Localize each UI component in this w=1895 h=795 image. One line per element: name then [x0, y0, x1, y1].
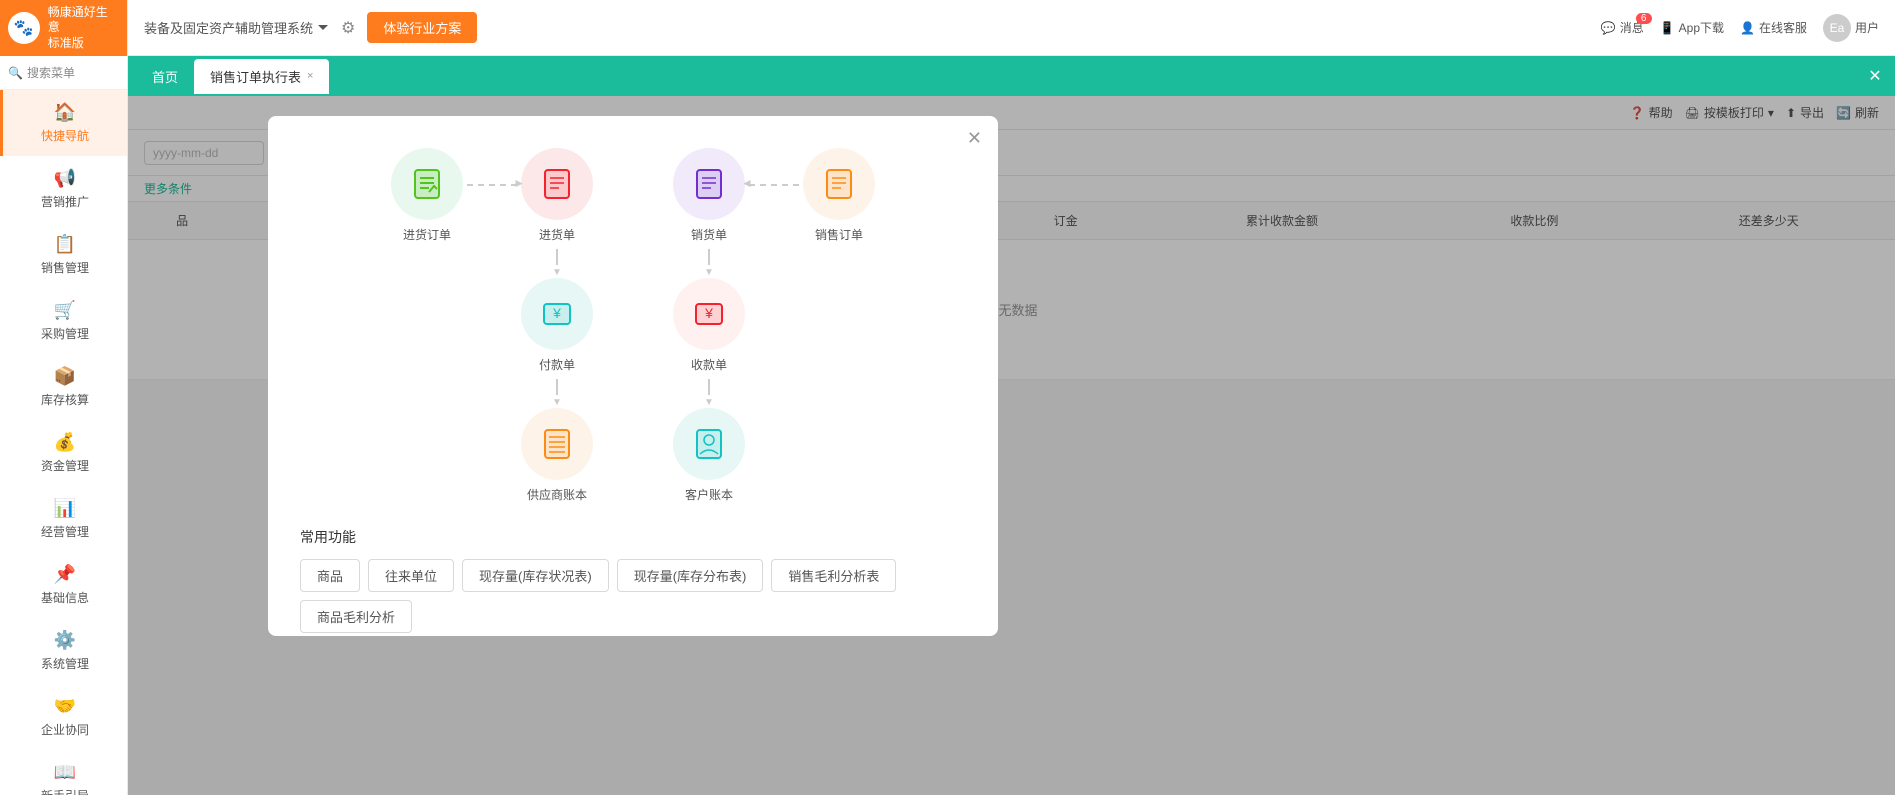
func-btn-sales-profit[interactable]: 销售毛利分析表: [771, 559, 896, 592]
system-name-dropdown[interactable]: 装备及固定资产辅助管理系统: [144, 18, 329, 37]
customer-ledger-label: 客户账本: [685, 486, 733, 503]
user-menu[interactable]: Ea 用户: [1823, 14, 1879, 42]
sidebar-item-marketing[interactable]: 📢 营销推广: [0, 156, 127, 222]
download-icon: 📱: [1660, 21, 1675, 35]
page-content: ❓ 帮助 🖨 按模板打印 ▾ ⬆ 导出 🔄 刷新: [128, 96, 1895, 795]
system-icon: ⚙️: [54, 630, 76, 651]
tab-close-icon[interactable]: ×: [307, 70, 313, 82]
func-btn-goods[interactable]: 商品: [300, 559, 360, 592]
payment-bill-node[interactable]: ¥: [521, 278, 593, 350]
sidebar-item-system[interactable]: ⚙️ 系统管理: [0, 618, 127, 684]
marketing-icon: 📢: [54, 168, 76, 189]
logo-icon: 🐾: [8, 12, 40, 44]
customer-ledger-node[interactable]: [673, 408, 745, 480]
modal-close-btn[interactable]: ✕: [967, 128, 982, 149]
receipt-bill-node[interactable]: ¥: [673, 278, 745, 350]
sidebar-item-quick-nav[interactable]: 🏠 快捷导航: [0, 90, 127, 156]
tab-home[interactable]: 首页: [136, 59, 194, 94]
modal-overlay[interactable]: ✕ 进货订单 ►: [128, 96, 1895, 795]
basic-info-icon: 📌: [54, 564, 76, 585]
sidebar-logo: 🐾 畅康通好生意 标准版: [0, 0, 127, 56]
settings-icon[interactable]: ⚙: [341, 18, 355, 38]
main-content: 装备及固定资产辅助管理系统 ⚙ 体验行业方案 💬 消息 6 📱 App下载 👤 …: [128, 0, 1895, 795]
tab-sales-order-exec[interactable]: 销售订单执行表 ×: [194, 59, 329, 94]
message-btn[interactable]: 💬 消息 6: [1601, 19, 1644, 36]
sales-bill-label: 销货单: [691, 226, 727, 243]
purchase-bill-node[interactable]: [521, 148, 593, 220]
purchase-icon: 🛒: [54, 300, 76, 321]
common-functions-title: 常用功能: [300, 527, 966, 547]
sales-order-label: 销售订单: [815, 226, 863, 243]
search-menu[interactable]: 🔍 搜索菜单: [0, 56, 127, 90]
inventory-icon: 📦: [54, 366, 76, 387]
tabbar: 首页 销售订单执行表 × ✕: [128, 56, 1895, 96]
search-icon: 🔍: [8, 66, 23, 80]
func-buttons-row1: 商品 往来单位 现存量(库存状况表) 现存量(库存分布表) 销售毛利分析表 商品…: [300, 559, 966, 633]
quick-nav-modal: ✕ 进货订单 ►: [268, 116, 998, 636]
purchase-order-label: 进货订单: [403, 226, 451, 243]
sales-icon: 📋: [54, 234, 76, 255]
sidebar-item-inventory[interactable]: 📦 库存核算: [0, 354, 127, 420]
logo-text: 畅康通好生意 标准版: [48, 5, 119, 52]
app-download-btn[interactable]: 📱 App下载: [1660, 19, 1724, 36]
topbar: 装备及固定资产辅助管理系统 ⚙ 体验行业方案 💬 消息 6 📱 App下载 👤 …: [128, 0, 1895, 56]
finance-icon: 💰: [54, 432, 76, 453]
sidebar: 🐾 畅康通好生意 标准版 🔍 搜索菜单 🏠 快捷导航 📢 营销推广 📋 销售管理: [0, 0, 128, 795]
sidebar-nav: 🏠 快捷导航 📢 营销推广 📋 销售管理 🛒 采购管理 📦 库存核算 💰: [0, 90, 127, 795]
avatar: Ea: [1823, 14, 1851, 42]
supplier-ledger-label: 供应商账本: [527, 486, 587, 503]
sidebar-item-finance[interactable]: 💰 资金管理: [0, 420, 127, 486]
func-btn-counterparty[interactable]: 往来单位: [368, 559, 454, 592]
dropdown-icon: [317, 22, 329, 34]
purchase-bill-label: 进货单: [539, 226, 575, 243]
supplier-ledger-node[interactable]: [521, 408, 593, 480]
svg-text:¥: ¥: [704, 305, 713, 321]
message-icon: 💬: [1601, 21, 1616, 35]
home-icon: 🏠: [54, 102, 76, 123]
func-btn-stock-dist[interactable]: 现存量(库存分布表): [617, 559, 764, 592]
func-btn-stock-status[interactable]: 现存量(库存状况表): [462, 559, 609, 592]
online-service-btn[interactable]: 👤 在线客服: [1740, 19, 1807, 36]
purchase-order-node[interactable]: [391, 148, 463, 220]
sales-bill-node[interactable]: [673, 148, 745, 220]
topbar-actions: 💬 消息 6 📱 App下载 👤 在线客服 Ea 用户: [1601, 14, 1879, 42]
sidebar-item-sales[interactable]: 📋 销售管理: [0, 222, 127, 288]
payment-bill-label: 付款单: [539, 356, 575, 373]
svg-text:¥: ¥: [552, 305, 561, 321]
func-btn-goods-profit[interactable]: 商品毛利分析: [300, 600, 412, 633]
experience-btn[interactable]: 体验行业方案: [367, 12, 477, 43]
sidebar-item-newbie[interactable]: 📖 新手引导: [0, 750, 127, 795]
sales-order-node[interactable]: [803, 148, 875, 220]
close-all-tabs-btn[interactable]: ✕: [1863, 64, 1887, 88]
enterprise-icon: 🤝: [54, 696, 76, 717]
newbie-icon: 📖: [54, 762, 76, 783]
common-functions: 常用功能 商品 往来单位 现存量(库存状况表) 现存量(库存分布表) 销售毛利分…: [300, 527, 966, 636]
operations-icon: 📊: [54, 498, 76, 519]
service-icon: 👤: [1740, 21, 1755, 35]
sidebar-item-enterprise[interactable]: 🤝 企业协同: [0, 684, 127, 750]
sidebar-item-operations[interactable]: 📊 经营管理: [0, 486, 127, 552]
receipt-bill-label: 收款单: [691, 356, 727, 373]
sidebar-item-purchase[interactable]: 🛒 采购管理: [0, 288, 127, 354]
sidebar-item-basic-info[interactable]: 📌 基础信息: [0, 552, 127, 618]
